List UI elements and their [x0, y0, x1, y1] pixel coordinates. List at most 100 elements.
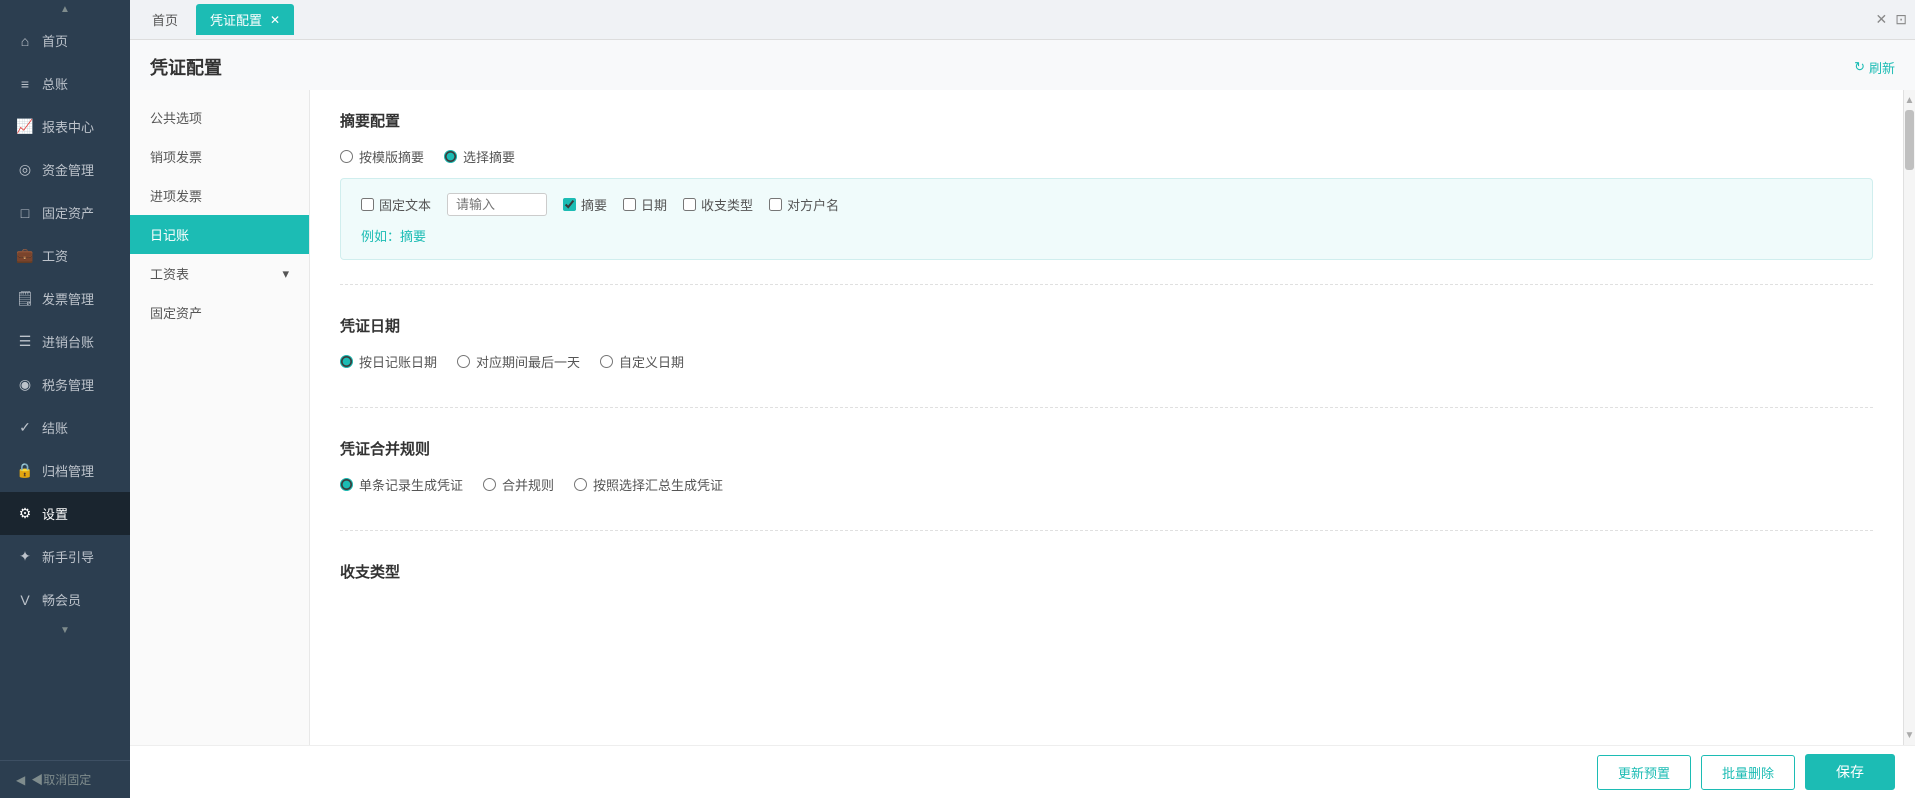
voucher-date-radio-row: 按日记账日期 对应期间最后一天 自定义日期	[340, 352, 1873, 371]
batch-delete-button[interactable]: 批量删除	[1701, 755, 1795, 790]
summary-radio-row: 按模版摘要 选择摘要	[340, 147, 1873, 166]
refresh-button[interactable]: ↻ 刷新	[1854, 58, 1895, 77]
tab-close-icon[interactable]: ✕	[270, 13, 280, 27]
payroll-expand-icon: ▾	[282, 266, 289, 282]
example-text: 例如：摘要	[361, 226, 1852, 245]
income-type-section: 收支类型	[340, 561, 1873, 622]
scroll-up-arrow[interactable]: ▲	[1904, 90, 1915, 110]
sidebar-item-settings[interactable]: ⚙ 设置	[0, 492, 130, 535]
archive-icon: 🔒	[16, 462, 34, 479]
summary-checkbox-label[interactable]: 摘要	[563, 195, 607, 214]
counterpart-checkbox-label[interactable]: 对方户名	[769, 195, 839, 214]
close-accounts-icon: ✓	[16, 419, 34, 436]
summary-config-box: 固定文本 摘要 日期 收支类型	[340, 178, 1873, 260]
page-header: 凭证配置 ↻ 刷新	[130, 40, 1915, 90]
template-summary-option[interactable]: 按模版摘要	[340, 147, 424, 166]
voucher-date-section: 凭证日期 按日记账日期 对应期间最后一天 自定义日期	[340, 315, 1873, 408]
fixed-text-checkbox[interactable]	[361, 198, 374, 211]
single-record-radio[interactable]	[340, 478, 353, 491]
sidebar-unpin[interactable]: ◀ ◀取消固定	[0, 760, 130, 798]
window-expand-icon[interactable]: ⊡	[1895, 11, 1907, 28]
sidebar-item-close[interactable]: ✓ 结账	[0, 406, 130, 449]
nav-item-sales-invoice[interactable]: 销项发票	[130, 137, 309, 176]
journal-date-option[interactable]: 按日记账日期	[340, 352, 437, 371]
left-nav: 公共选项 销项发票 进项发票 日记账 工资表 ▾ 固定资产	[130, 90, 310, 745]
sidebar: ▲ ⌂ 首页 ≡ 总账 📈 报表中心 ◎ 资金管理 □ 固定资产 💼 工资 🗒 …	[0, 0, 130, 798]
voucher-date-title: 凭证日期	[340, 315, 1873, 336]
select-summary-option[interactable]: 选择摘要	[444, 147, 515, 166]
purchase-sales-icon: ☰	[16, 333, 34, 350]
income-type-checkbox[interactable]	[683, 198, 696, 211]
sidebar-item-member[interactable]: V 畅会员	[0, 578, 130, 621]
summary-config-title: 摘要配置	[340, 110, 1873, 131]
fixed-text-checkbox-label[interactable]: 固定文本	[361, 195, 431, 214]
summary-checkbox[interactable]	[563, 198, 576, 211]
main-area: 首页 凭证配置 ✕ ✕ ⊡ 凭证配置 ↻ 刷新 公共选项 销项发票 进项	[130, 0, 1915, 798]
tab-voucher-config[interactable]: 凭证配置 ✕	[196, 4, 294, 35]
nav-item-journal[interactable]: 日记账	[130, 215, 309, 254]
last-day-radio[interactable]	[457, 355, 470, 368]
window-close-icon[interactable]: ✕	[1876, 11, 1888, 28]
content-layout: 公共选项 销项发票 进项发票 日记账 工资表 ▾ 固定资产 摘要配置	[130, 90, 1915, 745]
scroll-down-arrow[interactable]: ▼	[1904, 725, 1915, 745]
funds-icon: ◎	[16, 161, 34, 178]
salary-icon: 💼	[16, 247, 34, 264]
income-type-title: 收支类型	[340, 561, 1873, 582]
sidebar-item-home[interactable]: ⌂ 首页	[0, 19, 130, 62]
tab-bar: 首页 凭证配置 ✕ ✕ ⊡	[130, 0, 1915, 40]
save-button[interactable]: 保存	[1805, 754, 1895, 790]
settings-icon: ⚙	[16, 505, 34, 522]
sidebar-scroll-up[interactable]: ▲	[0, 0, 130, 19]
income-type-checkbox-label[interactable]: 收支类型	[683, 195, 753, 214]
counterpart-checkbox[interactable]	[769, 198, 782, 211]
sidebar-item-tax[interactable]: ◉ 税务管理	[0, 363, 130, 406]
sidebar-item-archive[interactable]: 🔒 归档管理	[0, 449, 130, 492]
date-checkbox[interactable]	[623, 198, 636, 211]
sidebar-item-purchase-sales[interactable]: ☰ 进销台账	[0, 320, 130, 363]
single-record-option[interactable]: 单条记录生成凭证	[340, 475, 463, 494]
tax-icon: ◉	[16, 376, 34, 393]
right-content: 摘要配置 按模版摘要 选择摘要 固定文本	[310, 90, 1903, 745]
unpin-icon: ◀	[16, 773, 25, 787]
sidebar-item-guide[interactable]: ✦ 新手引导	[0, 535, 130, 578]
sidebar-item-assets[interactable]: □ 固定资产	[0, 191, 130, 234]
refresh-icon: ↻	[1854, 59, 1865, 75]
date-checkbox-label[interactable]: 日期	[623, 195, 667, 214]
scroll-track[interactable]	[1904, 110, 1915, 725]
nav-item-public[interactable]: 公共选项	[130, 98, 309, 137]
custom-date-radio[interactable]	[600, 355, 613, 368]
update-preview-button[interactable]: 更新预置	[1597, 755, 1691, 790]
reports-icon: 📈	[16, 118, 34, 135]
page-title: 凭证配置	[150, 54, 222, 80]
summary-generate-radio[interactable]	[574, 478, 587, 491]
assets-icon: □	[16, 205, 34, 221]
sidebar-item-reports[interactable]: 📈 报表中心	[0, 105, 130, 148]
sidebar-item-ledger[interactable]: ≡ 总账	[0, 62, 130, 105]
voucher-merge-radio-row: 单条记录生成凭证 合并规则 按照选择汇总生成凭证	[340, 475, 1873, 494]
merge-rule-radio[interactable]	[483, 478, 496, 491]
nav-item-payroll[interactable]: 工资表 ▾	[130, 254, 309, 293]
member-icon: V	[16, 592, 34, 608]
sidebar-item-funds[interactable]: ◎ 资金管理	[0, 148, 130, 191]
nav-item-fixed-assets[interactable]: 固定资产	[130, 293, 309, 332]
sidebar-item-salary[interactable]: 💼 工资	[0, 234, 130, 277]
ledger-icon: ≡	[16, 76, 34, 92]
sidebar-item-invoice-mgmt[interactable]: 🗒 发票管理	[0, 277, 130, 320]
journal-date-radio[interactable]	[340, 355, 353, 368]
merge-rule-option[interactable]: 合并规则	[483, 475, 554, 494]
nav-item-purchase-invoice[interactable]: 进项发票	[130, 176, 309, 215]
summary-config-section: 摘要配置 按模版摘要 选择摘要 固定文本	[340, 110, 1873, 285]
custom-date-option[interactable]: 自定义日期	[600, 352, 684, 371]
invoice-mgmt-icon: 🗒	[16, 290, 34, 307]
summary-generate-option[interactable]: 按照选择汇总生成凭证	[574, 475, 723, 494]
select-summary-radio[interactable]	[444, 150, 457, 163]
template-summary-radio[interactable]	[340, 150, 353, 163]
scroll-thumb[interactable]	[1905, 110, 1914, 170]
bottom-action-bar: 更新预置 批量删除 保存	[130, 745, 1915, 798]
sidebar-scroll-down[interactable]: ▼	[0, 621, 130, 640]
last-day-option[interactable]: 对应期间最后一天	[457, 352, 580, 371]
tab-home[interactable]: 首页	[138, 4, 192, 35]
home-icon: ⌂	[16, 33, 34, 49]
outer-scrollbar[interactable]: ▲ ▼	[1903, 90, 1915, 745]
fixed-text-input[interactable]	[447, 193, 547, 216]
